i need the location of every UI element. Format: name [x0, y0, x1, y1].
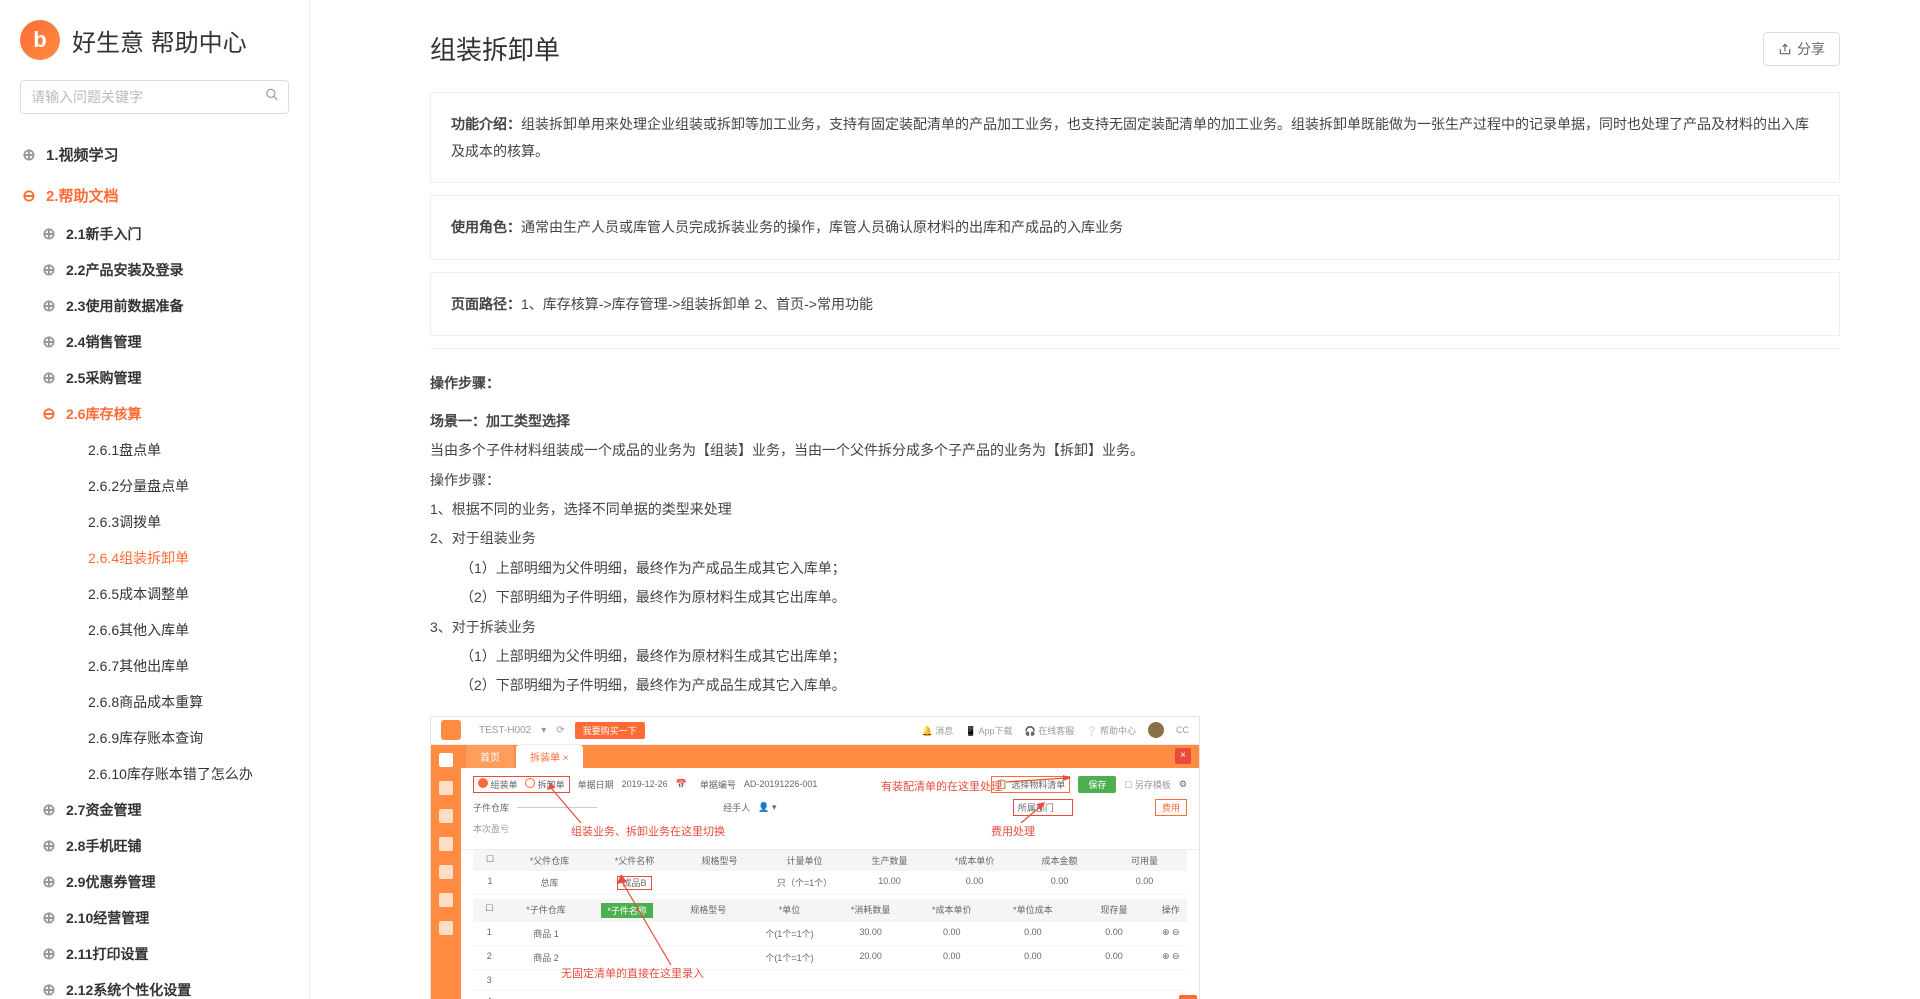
steps-title: 操作步骤： — [430, 369, 1840, 398]
op2-1: （1）上部明细为父件明细，最终作为产成品生成其它入库单； — [430, 554, 1840, 583]
nav-27[interactable]: ⊕2.7资金管理 — [40, 792, 289, 828]
path-label: 页面路径： — [451, 296, 521, 312]
logo-icon: b — [20, 20, 60, 60]
search-input[interactable] — [20, 80, 289, 114]
ss-logo-icon — [441, 720, 461, 740]
path-text: 1、库存核算->库存管理->组装拆卸单 2、首页->常用功能 — [521, 296, 873, 312]
nav-264[interactable]: 2.6.4组装拆卸单 — [40, 540, 289, 576]
logo-text: 好生意 帮助中心 — [72, 23, 247, 58]
nav-266[interactable]: 2.6.6其他入库单 — [40, 612, 289, 648]
plus-icon: ⊕ — [40, 261, 58, 279]
ss-close-icon: × — [1175, 748, 1191, 764]
scene1-label: 场景一： — [430, 413, 486, 429]
op2-2: （2）下部明细为子件明细，最终作为原材料生成其它出库单。 — [430, 583, 1840, 612]
role-label: 使用角色： — [451, 219, 521, 235]
ss-save-btn: 保存 — [1078, 776, 1116, 793]
ss-nav-icon — [439, 781, 453, 795]
plus-icon: ⊕ — [40, 945, 58, 963]
nav-2610[interactable]: 2.6.10库存账本错了怎么办 — [40, 756, 289, 792]
plus-icon: ⊕ — [40, 225, 58, 243]
nav-video[interactable]: ⊕1.视频学习 — [20, 134, 289, 175]
ss-leftbar — [431, 745, 461, 999]
ss-topbar: TEST-H002 ▾⟳ 我要购买一下 🔔 消息 📱 App下载 🎧 在线客服 … — [431, 717, 1199, 745]
ss-nav-icon — [439, 809, 453, 823]
role-box: 使用角色：通常由生产人员或库管人员完成拆装业务的操作，库管人员确认原材料的出库和… — [430, 195, 1840, 260]
scene1-desc: 当由多个子件材料组装成一个成品的业务为【组装】业务，当由一个父件拆分成多个子产品… — [430, 436, 1840, 465]
plus-icon: ⊕ — [40, 333, 58, 351]
nav-22[interactable]: ⊕2.2产品安装及登录 — [40, 252, 289, 288]
nav-docs[interactable]: ⊖2.帮助文档 — [20, 175, 289, 216]
share-button[interactable]: 分享 — [1763, 32, 1840, 66]
nav-26[interactable]: ⊖2.6库存核算 — [40, 396, 289, 432]
plus-icon: ⊕ — [40, 297, 58, 315]
role-text: 通常由生产人员或库管人员完成拆装业务的操作，库管人员确认原材料的出库和产成品的入… — [521, 219, 1123, 235]
ss-content: 首页 拆装单 × × 组装单 拆卸单 单据日期 2019-12-26 📅 单据编… — [461, 745, 1199, 999]
ss-buy-button: 我要购买一下 — [575, 722, 645, 739]
intro-label: 功能介绍： — [451, 116, 521, 132]
ss-ann-noinput: 无固定清单的直接在这里录入 — [561, 965, 704, 981]
minus-icon: ⊖ — [20, 187, 38, 205]
plus-icon: ⊕ — [40, 981, 58, 999]
nav-23[interactable]: ⊕2.3使用前数据准备 — [40, 288, 289, 324]
nav-265[interactable]: 2.6.5成本调整单 — [40, 576, 289, 612]
ss-home-icon — [439, 753, 453, 767]
intro-box: 功能介绍：组装拆卸单用来处理企业组装或拆卸等加工业务，支持有固定装配清单的产品加… — [430, 92, 1840, 183]
embedded-screenshot: TEST-H002 ▾⟳ 我要购买一下 🔔 消息 📱 App下载 🎧 在线客服 … — [430, 716, 1200, 999]
op2: 2、对于组装业务 — [430, 524, 1840, 553]
op3: 3、对于拆装业务 — [430, 613, 1840, 642]
minus-icon: ⊖ — [40, 405, 58, 423]
nav-28[interactable]: ⊕2.8手机旺铺 — [40, 828, 289, 864]
nav-269[interactable]: 2.6.9库存账本查询 — [40, 720, 289, 756]
ss-ann-list: 有装配清单的在这里处理 — [881, 778, 1002, 794]
page-title: 组装拆卸单 — [430, 30, 560, 67]
scene1-title: 加工类型选择 — [486, 413, 570, 429]
nav-212[interactable]: ⊕2.12系统个性化设置 — [40, 972, 289, 999]
page-header: 组装拆卸单 分享 — [430, 30, 1840, 67]
plus-icon: ⊕ — [40, 369, 58, 387]
op3-2: （2）下部明细为子件明细，最终作为产成品生成其它入库单。 — [430, 671, 1840, 700]
plus-icon: ⊕ — [40, 873, 58, 891]
nav-268[interactable]: 2.6.8商品成本重算 — [40, 684, 289, 720]
nav-263[interactable]: 2.6.3调拨单 — [40, 504, 289, 540]
main-content: 组装拆卸单 分享 功能介绍：组装拆卸单用来处理企业组装或拆卸等加工业务，支持有固… — [310, 0, 1920, 999]
ss-ann-switch: 组装业务、拆卸业务在这里切换 — [571, 823, 725, 839]
ss-avatar-icon — [1148, 722, 1164, 738]
nav-25[interactable]: ⊕2.5采购管理 — [40, 360, 289, 396]
plus-icon: ⊕ — [20, 146, 38, 164]
nav-21[interactable]: ⊕2.1新手入门 — [40, 216, 289, 252]
ss-nav-icon — [439, 865, 453, 879]
ss-choose-btn: 📋 选择物料清单 — [991, 776, 1070, 793]
nav-210[interactable]: ⊕2.10经营管理 — [40, 900, 289, 936]
nav-29[interactable]: ⊕2.9优惠券管理 — [40, 864, 289, 900]
nav-211[interactable]: ⊕2.11打印设置 — [40, 936, 289, 972]
search-icon[interactable] — [265, 88, 279, 107]
ss-tab-home: 首页 — [466, 745, 514, 768]
intro-text: 组装拆卸单用来处理企业组装或拆卸等加工业务，支持有固定装配清单的产品加工业务，也… — [451, 116, 1809, 159]
nav-262[interactable]: 2.6.2分量盘点单 — [40, 468, 289, 504]
ss-nav-icon — [439, 921, 453, 935]
op1: 1、根据不同的业务，选择不同单据的类型来处理 — [430, 495, 1840, 524]
nav-261[interactable]: 2.6.1盘点单 — [40, 432, 289, 468]
nav-267[interactable]: 2.6.7其他出库单 — [40, 648, 289, 684]
ss-test-label: TEST-H002 — [479, 725, 531, 736]
sidebar: b 好生意 帮助中心 ⊕1.视频学习 ⊖2.帮助文档 ⊕2.1新手入门 ⊕2.2… — [0, 0, 310, 999]
ss-tab-assem: 拆装单 × — [516, 745, 583, 768]
ss-ann-fee: 费用处理 — [991, 823, 1035, 839]
ops-title: 操作步骤： — [430, 466, 1840, 495]
plus-icon: ⊕ — [40, 801, 58, 819]
ss-side-icon — [1179, 995, 1197, 999]
ss-nav-icon — [439, 893, 453, 907]
plus-icon: ⊕ — [40, 909, 58, 927]
logo: b 好生意 帮助中心 — [20, 20, 289, 60]
search-box — [20, 80, 289, 114]
content-box: 操作步骤： 场景一：加工类型选择 当由多个子件材料组装成一个成品的业务为【组装】… — [430, 348, 1840, 999]
op3-1: （1）上部明细为父件明细，最终作为原材料生成其它出库单； — [430, 642, 1840, 671]
ss-nav-icon — [439, 837, 453, 851]
plus-icon: ⊕ — [40, 837, 58, 855]
share-icon — [1778, 42, 1792, 56]
path-box: 页面路径：1、库存核算->库存管理->组装拆卸单 2、首页->常用功能 — [430, 272, 1840, 337]
nav-24[interactable]: ⊕2.4销售管理 — [40, 324, 289, 360]
